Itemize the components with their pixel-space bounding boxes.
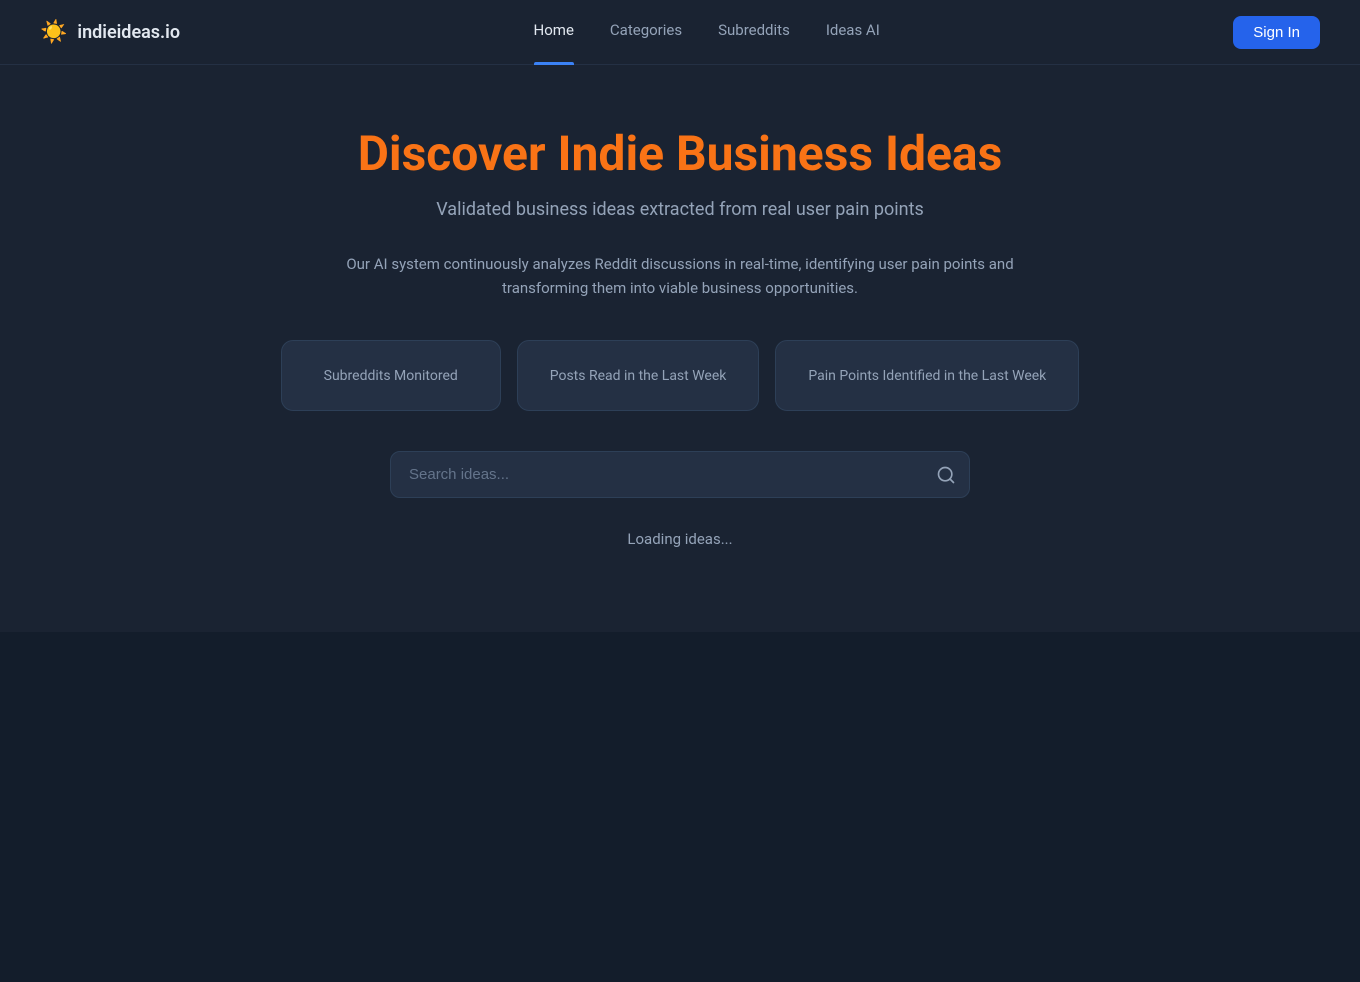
- logo[interactable]: ☀️ indieideas.io: [40, 20, 180, 45]
- hero-subtitle: Validated business ideas extracted from …: [40, 199, 1320, 220]
- stat-card-subreddits: Subreddits Monitored: [281, 340, 501, 412]
- hero-title: Discover Indie Business Ideas: [40, 125, 1320, 183]
- search-icon: [936, 465, 956, 485]
- nav-links: Home Categories Subreddits Ideas AI: [534, 21, 880, 43]
- search-container: [40, 451, 1320, 498]
- hero-section: Discover Indie Business Ideas Validated …: [0, 65, 1360, 612]
- stat-card-pain-points: Pain Points Identified in the Last Week: [775, 340, 1079, 412]
- nav-link-subreddits[interactable]: Subreddits: [718, 21, 790, 43]
- nav-right: Sign In: [1233, 16, 1320, 49]
- search-button[interactable]: [936, 465, 956, 485]
- stats-row: Subreddits Monitored Posts Read in the L…: [40, 340, 1320, 412]
- stat-label-posts: Posts Read in the Last Week: [550, 368, 727, 384]
- bottom-section: [0, 632, 1360, 982]
- search-wrapper: [390, 451, 970, 498]
- loading-text: Loading ideas...: [40, 530, 1320, 548]
- nav-link-categories[interactable]: Categories: [610, 21, 682, 43]
- navbar: ☀️ indieideas.io Home Categories Subredd…: [0, 0, 1360, 64]
- logo-text: indieideas.io: [77, 22, 180, 43]
- search-input[interactable]: [390, 451, 970, 498]
- stat-label-subreddits: Subreddits Monitored: [324, 368, 458, 384]
- nav-link-home[interactable]: Home: [534, 21, 574, 43]
- stat-card-posts: Posts Read in the Last Week: [517, 340, 760, 412]
- hero-description: Our AI system continuously analyzes Redd…: [340, 252, 1020, 300]
- stat-label-pain-points: Pain Points Identified in the Last Week: [808, 368, 1046, 384]
- sign-in-button[interactable]: Sign In: [1233, 16, 1320, 49]
- logo-icon: ☀️: [40, 20, 67, 45]
- nav-link-ideas-ai[interactable]: Ideas AI: [826, 21, 880, 43]
